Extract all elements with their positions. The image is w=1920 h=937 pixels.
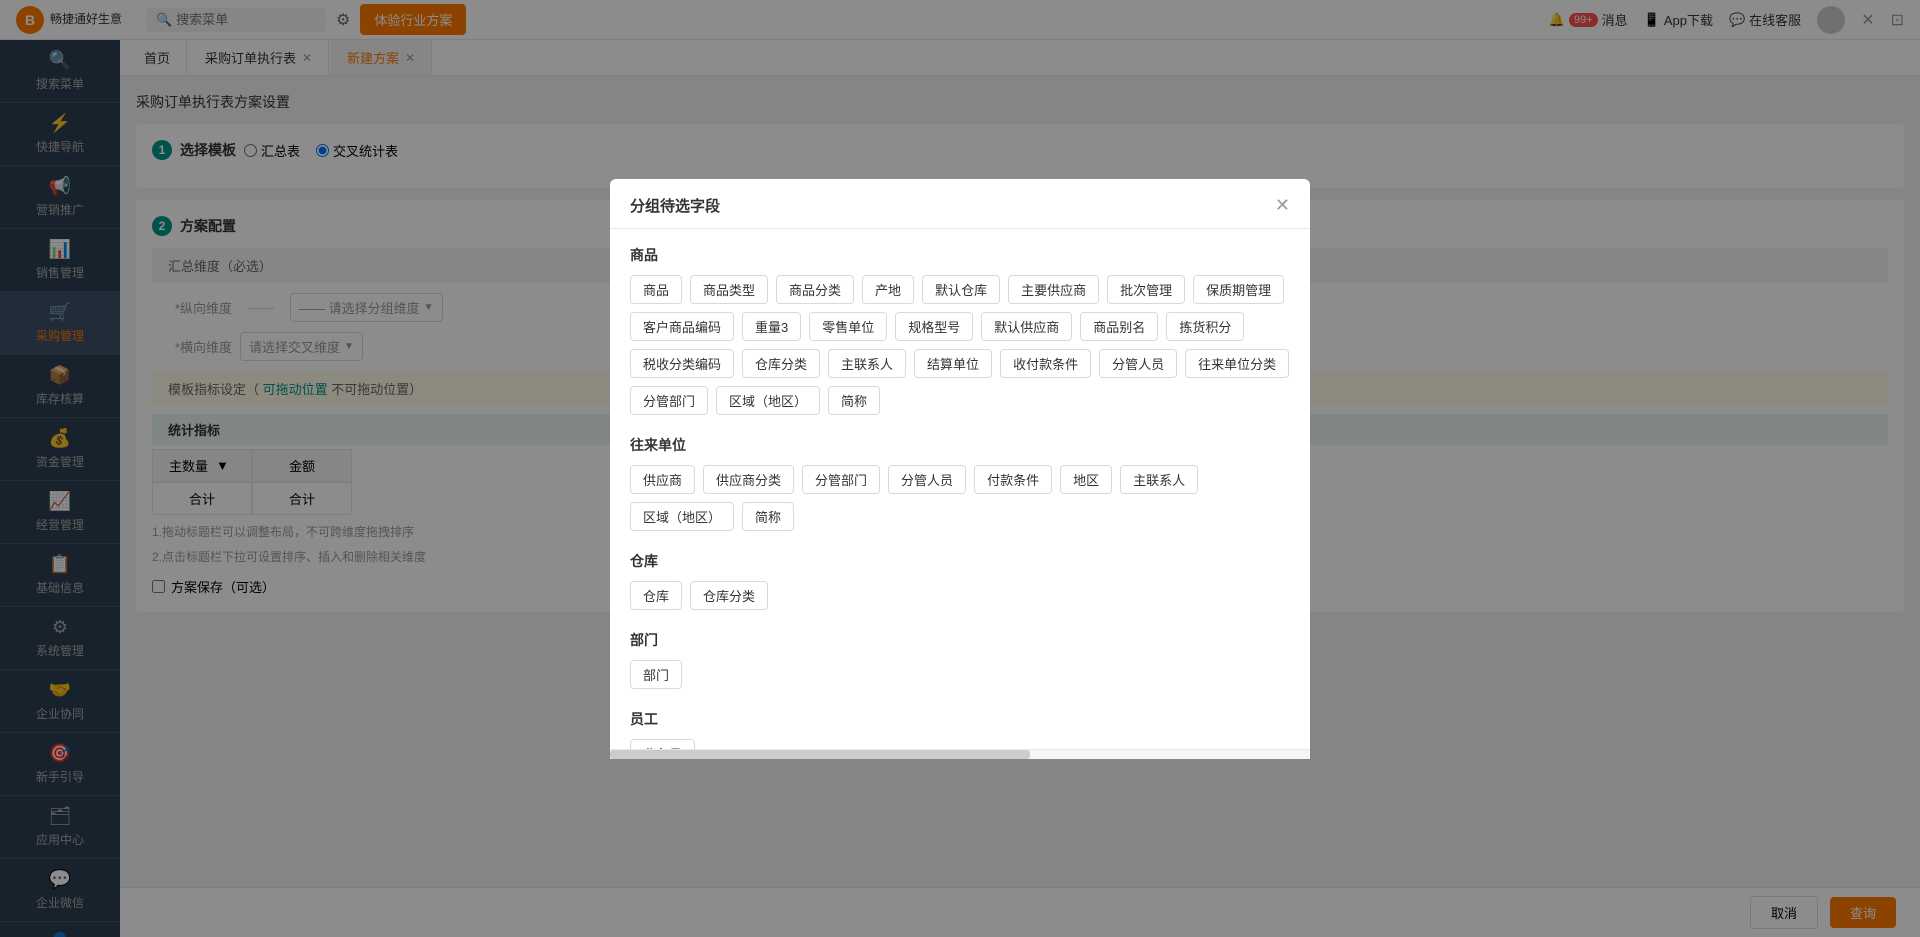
modal-section-1: 往来单位供应商供应商分类分管部门分管人员付款条件地区主联系人区域（地区） 简称 (630, 435, 1290, 531)
field-tag-0-2[interactable]: 商品分类 (776, 275, 854, 304)
field-tag-0-6[interactable]: 批次管理 (1107, 275, 1185, 304)
field-tag-0-18[interactable]: 结算单位 (914, 349, 992, 378)
field-tag-2-0[interactable]: 仓库 (630, 581, 682, 610)
field-tag-0-20[interactable]: 分管人员 (1099, 349, 1177, 378)
field-tag-1-8[interactable]: 简称 (742, 502, 794, 531)
field-tag-0-0[interactable]: 商品 (630, 275, 682, 304)
field-tag-0-13[interactable]: 商品别名 (1080, 312, 1158, 341)
field-tag-0-7[interactable]: 保质期管理 (1193, 275, 1284, 304)
field-tag-0-5[interactable]: 主要供应商 (1008, 275, 1099, 304)
field-tag-2-1[interactable]: 仓库分类 (690, 581, 768, 610)
modal-section-2: 仓库仓库仓库分类 (630, 551, 1290, 610)
field-tag-0-23[interactable]: 区域（地区） (716, 386, 820, 415)
field-tag-0-21[interactable]: 往来单位分类 (1185, 349, 1289, 378)
field-tag-1-6[interactable]: 主联系人 (1120, 465, 1198, 494)
modal-overlay: 分组待选字段 ✕ 商品商品商品类型商品分类产地默认仓库主要供应商批次管理保质期管… (0, 0, 1920, 937)
field-tag-0-1[interactable]: 商品类型 (690, 275, 768, 304)
modal: 分组待选字段 ✕ 商品商品商品类型商品分类产地默认仓库主要供应商批次管理保质期管… (610, 179, 1310, 759)
modal-section-4: 员工业务员 (630, 709, 1290, 749)
field-tag-0-22[interactable]: 分管部门 (630, 386, 708, 415)
modal-section-title-1: 往来单位 (630, 435, 1290, 455)
modal-section-title-3: 部门 (630, 630, 1290, 650)
modal-section-tags-0: 商品商品类型商品分类产地默认仓库主要供应商批次管理保质期管理客户商品编码重量3 零… (630, 275, 1290, 415)
field-tag-0-16[interactable]: 仓库分类 (742, 349, 820, 378)
field-tag-0-4[interactable]: 默认仓库 (922, 275, 1000, 304)
modal-header: 分组待选字段 ✕ (610, 179, 1310, 229)
field-tag-0-12[interactable]: 默认供应商 (981, 312, 1072, 341)
field-tag-4-0[interactable]: 业务员 (630, 739, 695, 749)
field-tag-0-14[interactable]: 拣货积分 (1166, 312, 1244, 341)
field-tag-0-8[interactable]: 客户商品编码 (630, 312, 734, 341)
field-tag-0-19[interactable]: 收付款条件 (1000, 349, 1091, 378)
field-tag-0-17[interactable]: 主联系人 (828, 349, 906, 378)
modal-hscroll-thumb (610, 750, 1030, 759)
modal-close-button[interactable]: ✕ (1275, 196, 1290, 214)
field-tag-0-3[interactable]: 产地 (862, 275, 914, 304)
field-tag-1-2[interactable]: 分管部门 (802, 465, 880, 494)
modal-section-tags-4: 业务员 (630, 739, 1290, 749)
modal-section-3: 部门部门 (630, 630, 1290, 689)
modal-hscroll[interactable] (610, 749, 1310, 759)
field-tag-0-15[interactable]: 税收分类编码 (630, 349, 734, 378)
field-tag-1-7[interactable]: 区域（地区） (630, 502, 734, 531)
field-tag-1-1[interactable]: 供应商分类 (703, 465, 794, 494)
field-tag-0-9[interactable]: 重量3 (742, 312, 801, 341)
field-tag-0-11[interactable]: 规格型号 (895, 312, 973, 341)
field-tag-0-24[interactable]: 简称 (828, 386, 880, 415)
modal-section-title-2: 仓库 (630, 551, 1290, 571)
modal-section-title-0: 商品 (630, 245, 1290, 265)
modal-body: 商品商品商品类型商品分类产地默认仓库主要供应商批次管理保质期管理客户商品编码重量… (610, 229, 1310, 749)
modal-title: 分组待选字段 (630, 195, 720, 216)
field-tag-0-10[interactable]: 零售单位 (809, 312, 887, 341)
modal-section-tags-3: 部门 (630, 660, 1290, 689)
field-tag-1-3[interactable]: 分管人员 (888, 465, 966, 494)
modal-section-title-4: 员工 (630, 709, 1290, 729)
modal-section-tags-2: 仓库仓库分类 (630, 581, 1290, 610)
field-tag-1-4[interactable]: 付款条件 (974, 465, 1052, 494)
field-tag-1-5[interactable]: 地区 (1060, 465, 1112, 494)
modal-section-tags-1: 供应商供应商分类分管部门分管人员付款条件地区主联系人区域（地区） 简称 (630, 465, 1290, 531)
field-tag-1-0[interactable]: 供应商 (630, 465, 695, 494)
modal-section-0: 商品商品商品类型商品分类产地默认仓库主要供应商批次管理保质期管理客户商品编码重量… (630, 245, 1290, 415)
field-tag-3-0[interactable]: 部门 (630, 660, 682, 689)
